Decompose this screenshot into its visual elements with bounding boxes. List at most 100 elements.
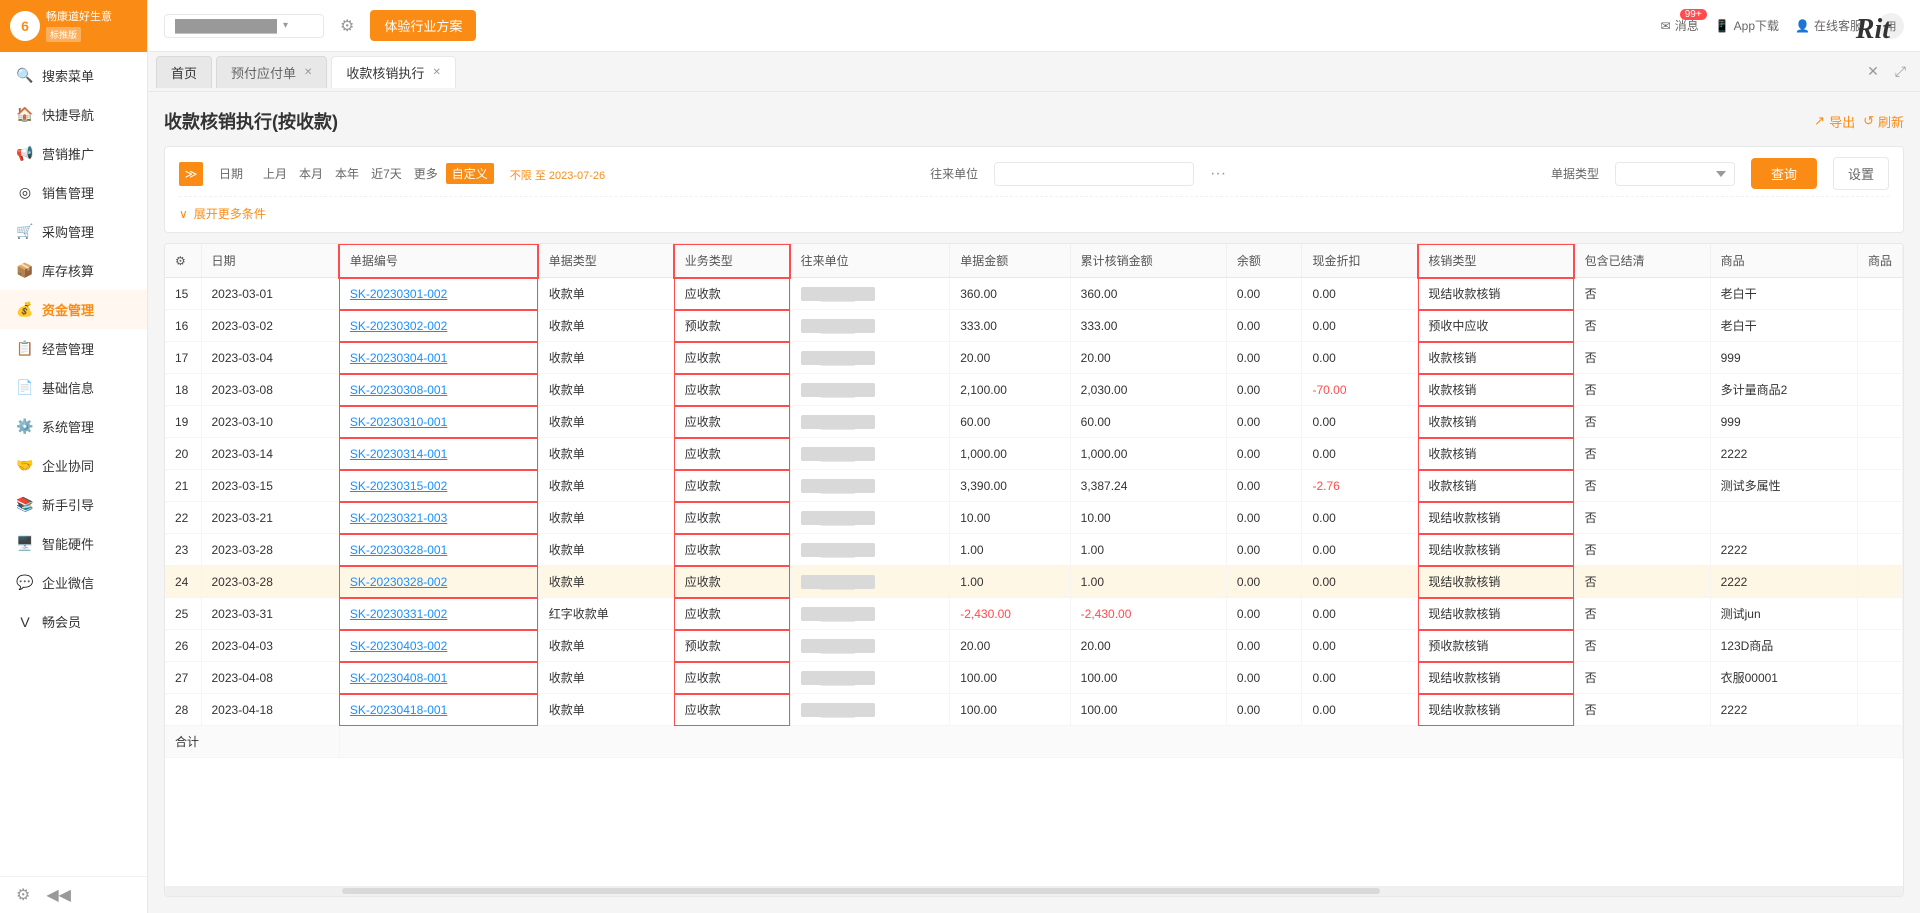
doc-no-link[interactable]: SK-20230418-001 <box>350 703 447 717</box>
cell-date: 2023-03-31 <box>201 598 339 630</box>
sidebar-item-system[interactable]: ⚙️ 系统管理 <box>0 407 147 446</box>
solution-button[interactable]: 体验行业方案 <box>370 10 476 41</box>
more-filters-dots[interactable]: ··· <box>1210 165 1226 183</box>
doc-no-link[interactable]: SK-20230315-002 <box>350 479 447 493</box>
home-icon: 🏠 <box>16 106 34 124</box>
doc-no-link[interactable]: SK-20230308-001 <box>350 383 447 397</box>
this-month-btn[interactable]: 本月 <box>295 163 327 184</box>
tab-home[interactable]: 首页 <box>156 56 212 88</box>
sidebar-item-wechat[interactable]: 💬 企业微信 <box>0 563 147 602</box>
doc-no-link[interactable]: SK-20230314-001 <box>350 447 447 461</box>
doc-no-link[interactable]: SK-20230301-002 <box>350 287 447 301</box>
cell-date: 2023-03-15 <box>201 470 339 502</box>
settings-bottom-icon[interactable]: ⚙ <box>16 885 30 905</box>
receipt-type-select[interactable] <box>1615 162 1735 186</box>
sidebar-item-quick-nav[interactable]: 🏠 快捷导航 <box>0 95 147 134</box>
custom-date-btn[interactable]: 自定义 <box>446 163 494 184</box>
table-row[interactable]: 28 2023-04-18 SK-20230418-001 收款单 应收款 ██… <box>165 694 1903 726</box>
more-date-btn[interactable]: 更多 <box>410 163 442 184</box>
sidebar-item-inventory[interactable]: 📦 库存核算 <box>0 251 147 290</box>
col-settings-header[interactable]: ⚙ <box>165 244 201 278</box>
cell-seq: 27 <box>165 662 201 694</box>
table-row[interactable]: 26 2023-04-03 SK-20230403-002 收款单 预收款 ██… <box>165 630 1903 662</box>
table-row[interactable]: 16 2023-03-02 SK-20230302-002 收款单 预收款 ██… <box>165 310 1903 342</box>
sidebar-item-finance[interactable]: 💰 资金管理 <box>0 290 147 329</box>
gear-icon[interactable]: ⚙ <box>336 12 358 40</box>
refresh-button[interactable]: ↺ 刷新 <box>1863 112 1904 131</box>
table-row[interactable]: 15 2023-03-01 SK-20230301-002 收款单 应收款 ██… <box>165 278 1903 310</box>
doc-no-link[interactable]: SK-20230403-002 <box>350 639 447 653</box>
cell-verifytype: 收款核销 <box>1418 438 1574 470</box>
close-tab-icon[interactable]: ✕ <box>1861 61 1885 82</box>
tab-prepay[interactable]: 预付应付单 ✕ <box>216 56 327 88</box>
table-row[interactable]: 24 2023-03-28 SK-20230328-002 收款单 应收款 ██… <box>165 566 1903 598</box>
table-row[interactable]: 23 2023-03-28 SK-20230328-001 收款单 应收款 ██… <box>165 534 1903 566</box>
sidebar-item-corp[interactable]: 🤝 企业协同 <box>0 446 147 485</box>
sidebar-item-marketing[interactable]: 📢 营销推广 <box>0 134 147 173</box>
sidebar-item-search[interactable]: 🔍 搜索菜单 <box>0 56 147 95</box>
doc-no-link[interactable]: SK-20230302-002 <box>350 319 447 333</box>
table-row[interactable]: 19 2023-03-10 SK-20230310-001 收款单 应收款 ██… <box>165 406 1903 438</box>
table-row[interactable]: 27 2023-04-08 SK-20230408-001 收款单 应收款 ██… <box>165 662 1903 694</box>
message-action[interactable]: ✉ 消息 99+ <box>1661 17 1699 34</box>
cell-cumulative: 333.00 <box>1070 310 1226 342</box>
tab-prepay-close-icon[interactable]: ✕ <box>304 67 312 78</box>
doc-no-link[interactable]: SK-20230328-002 <box>350 575 447 589</box>
table-row[interactable]: 20 2023-03-14 SK-20230314-001 收款单 应收款 ██… <box>165 438 1903 470</box>
sidebar-item-ops[interactable]: 📋 经营管理 <box>0 329 147 368</box>
sidebar-item-label: 新手引导 <box>42 495 94 514</box>
counterpart-input[interactable] <box>994 162 1194 186</box>
table-row[interactable]: 22 2023-03-21 SK-20230321-003 收款单 应收款 ██… <box>165 502 1903 534</box>
workspace-selector[interactable]: ████████████ ▾ <box>164 14 324 38</box>
table-row[interactable]: 17 2023-03-04 SK-20230304-001 收款单 应收款 ██… <box>165 342 1903 374</box>
service-action[interactable]: 👤 在线客服 <box>1795 17 1862 34</box>
cell-amount: 20.00 <box>950 630 1070 662</box>
chevron-down-icon: ∨ <box>179 207 188 221</box>
table-row[interactable]: 21 2023-03-15 SK-20230315-002 收款单 应收款 ██… <box>165 470 1903 502</box>
doc-no-link[interactable]: SK-20230408-001 <box>350 671 447 685</box>
sidebar-item-member[interactable]: V 畅会员 <box>0 602 147 641</box>
doc-no-link[interactable]: SK-20230310-001 <box>350 415 447 429</box>
table-body: 15 2023-03-01 SK-20230301-002 收款单 应收款 ██… <box>165 278 1903 726</box>
sidebar-item-hardware[interactable]: 🖥️ 智能硬件 <box>0 524 147 563</box>
col-counterpart-header: 往来单位 <box>790 244 950 278</box>
this-year-btn[interactable]: 本年 <box>331 163 363 184</box>
expand-more-row[interactable]: ∨ 展开更多条件 <box>179 205 1889 222</box>
tab-collection-close-icon[interactable]: ✕ <box>432 67 440 78</box>
table-row[interactable]: 18 2023-03-08 SK-20230308-001 收款单 应收款 ██… <box>165 374 1903 406</box>
cell-product2 <box>1857 566 1902 598</box>
table-settings-icon[interactable]: ⚙ <box>175 254 186 268</box>
cell-settled: 否 <box>1574 566 1710 598</box>
cell-product: 123D商品 <box>1710 630 1857 662</box>
doc-no-link[interactable]: SK-20230328-001 <box>350 543 447 557</box>
app-download-action[interactable]: 📱 App下载 <box>1715 17 1779 34</box>
doc-no-link[interactable]: SK-20230331-002 <box>350 607 447 621</box>
doc-no-link[interactable]: SK-20230304-001 <box>350 351 447 365</box>
corp-icon: 🤝 <box>16 457 34 475</box>
filter-bar: ≫ 日期 上月 本月 本年 近7天 更多 自定义 不限 至 2023-07-26… <box>164 146 1904 233</box>
tab-controls: ✕ ⤢ <box>1861 61 1912 82</box>
cell-verifytype: 现结收款核销 <box>1418 694 1574 726</box>
query-button[interactable]: 查询 <box>1751 158 1817 189</box>
tab-collection[interactable]: 收款核销执行 ✕ <box>331 56 455 88</box>
sidebar-item-label: 企业协同 <box>42 456 94 475</box>
sidebar-item-sales[interactable]: ◎ 销售管理 <box>0 173 147 212</box>
horizontal-scrollbar[interactable] <box>165 886 1903 896</box>
sidebar-item-basic[interactable]: 📄 基础信息 <box>0 368 147 407</box>
collapse-icon[interactable]: ◀◀ <box>46 885 71 905</box>
filter-expand-button[interactable]: ≫ <box>179 162 203 186</box>
last-month-btn[interactable]: 上月 <box>259 163 291 184</box>
cell-product2 <box>1857 598 1902 630</box>
sidebar-item-purchase[interactable]: 🛒 采购管理 <box>0 212 147 251</box>
table-scroll-area[interactable]: ⚙ 日期 单据编号 单据类型 业务类型 往来单位 单据金额 累计核销金额 余额 … <box>165 244 1903 886</box>
sidebar-item-guide[interactable]: 📚 新手引导 <box>0 485 147 524</box>
last-7days-btn[interactable]: 近7天 <box>367 163 406 184</box>
filter-settings-button[interactable]: 设置 <box>1833 157 1889 190</box>
filter-row-main: ≫ 日期 上月 本月 本年 近7天 更多 自定义 不限 至 2023-07-26… <box>179 157 1889 190</box>
cell-doctype: 收款单 <box>538 278 674 310</box>
doc-no-link[interactable]: SK-20230321-003 <box>350 511 447 525</box>
export-button[interactable]: ↗ 导出 <box>1814 112 1855 131</box>
table-row[interactable]: 25 2023-03-31 SK-20230331-002 红字收款单 应收款 … <box>165 598 1903 630</box>
expand-tab-icon[interactable]: ⤢ <box>1889 61 1912 82</box>
cell-discount: 0.00 <box>1302 598 1418 630</box>
